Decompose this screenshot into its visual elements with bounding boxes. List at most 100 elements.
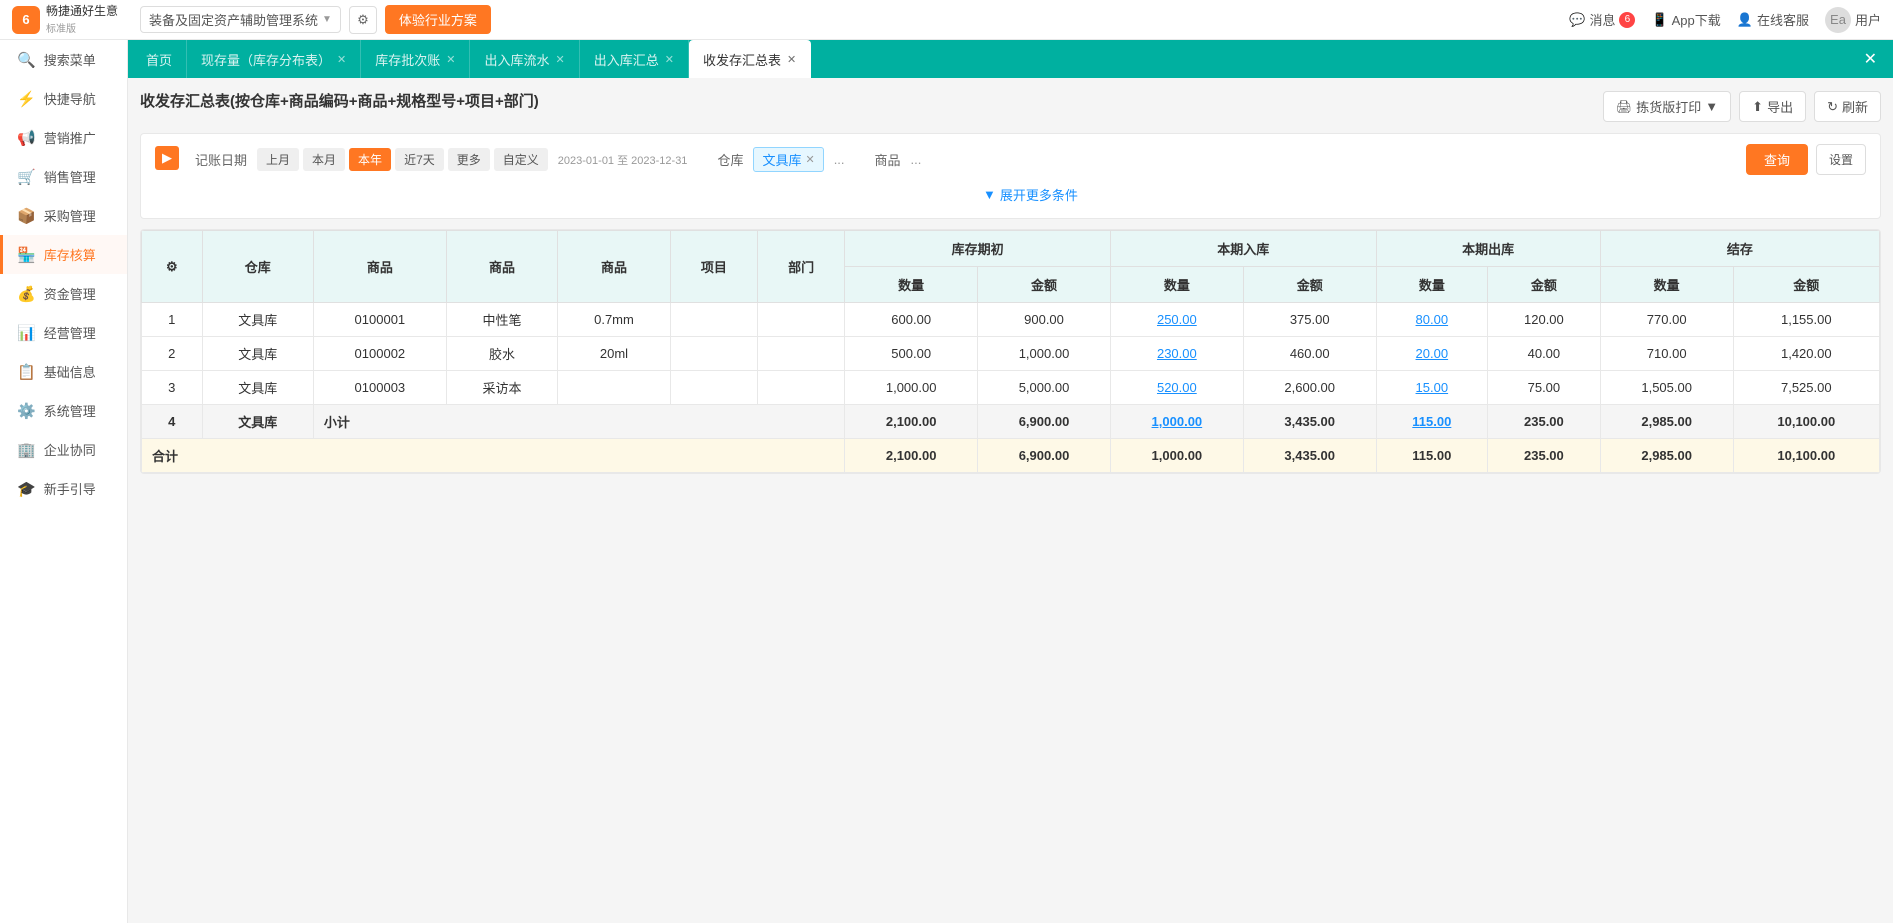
subtotal-out-qty[interactable]: 115.00 [1376, 405, 1487, 439]
cell-name: 采访本 [446, 371, 557, 405]
sidebar-item-operations[interactable]: 📊 经营管理 [0, 313, 127, 352]
cell-out-qty[interactable]: 20.00 [1376, 337, 1487, 371]
purchase-icon: 📦 [17, 207, 36, 225]
sidebar-item-search[interactable]: 🔍 搜索菜单 [0, 40, 127, 79]
date-label: 记账日期 [195, 150, 247, 169]
operations-icon: 📊 [17, 324, 36, 342]
refresh-button[interactable]: ↻ 刷新 [1814, 91, 1881, 122]
subtotal-out-amt: 235.00 [1488, 405, 1601, 439]
tab-close-icon[interactable]: ✕ [446, 53, 455, 66]
filter-collapse-button[interactable]: ▶ [155, 146, 179, 170]
total-bal-qty: 2,985.00 [1600, 439, 1733, 473]
cell-out-qty[interactable]: 15.00 [1376, 371, 1487, 405]
cell-out-amt: 75.00 [1488, 371, 1601, 405]
cell-dept [758, 303, 845, 337]
goods-more-dots[interactable]: ... [911, 152, 922, 167]
subtotal-row: 4 文具库 小计 2,100.00 6,900.00 1,000.00 3,43… [142, 405, 1880, 439]
header-right: 💬 消息 6 📱 App下载 👤 在线客服 Ea 用户 [1569, 7, 1881, 33]
tab-close-icon[interactable]: ✕ [787, 53, 796, 66]
cell-bal-qty: 1,505.00 [1600, 371, 1733, 405]
sidebar-label: 销售管理 [44, 167, 96, 186]
subtotal-in-amt: 3,435.00 [1243, 405, 1376, 439]
tab-close-icon[interactable]: ✕ [665, 53, 674, 66]
filter-row-1: 记账日期 上月 本月 本年 近7天 更多 自定义 2023-01-01 至 20… [195, 144, 1866, 175]
cell-out-amt: 120.00 [1488, 303, 1601, 337]
sidebar-item-quick-nav[interactable]: ⚡ 快捷导航 [0, 79, 127, 118]
total-bal-amt: 10,100.00 [1733, 439, 1879, 473]
warehouse-remove-icon[interactable]: ✕ [805, 153, 814, 166]
th-bal-qty: 数量 [1600, 267, 1733, 303]
total-in-qty: 1,000.00 [1110, 439, 1243, 473]
printer-icon: 🖨 [1616, 99, 1633, 115]
total-out-amt: 235.00 [1488, 439, 1601, 473]
cell-in-qty[interactable]: 250.00 [1110, 303, 1243, 337]
page-title: 收发存汇总表(按仓库+商品编码+商品+规格型号+项目+部门) [140, 90, 539, 111]
system-selector[interactable]: 装备及固定资产辅助管理系统 ▼ [140, 6, 341, 33]
date-btn-this-year[interactable]: 本年 [349, 148, 391, 171]
cell-bal-qty: 770.00 [1600, 303, 1733, 337]
message-badge: 6 [1619, 12, 1635, 28]
tab-batch[interactable]: 库存批次账 ✕ [361, 40, 470, 78]
date-btn-last-month[interactable]: 上月 [257, 148, 299, 171]
total-opening-amt: 6,900.00 [978, 439, 1111, 473]
sidebar-item-base-info[interactable]: 📋 基础信息 [0, 352, 127, 391]
total-out-qty: 115.00 [1376, 439, 1487, 473]
sidebar-label: 库存核算 [44, 245, 96, 264]
date-btn-this-month[interactable]: 本月 [303, 148, 345, 171]
tab-bar-close-icon[interactable]: ✕ [1852, 49, 1889, 69]
sidebar-item-inventory[interactable]: 🏪 库存核算 [0, 235, 127, 274]
cell-name: 中性笔 [446, 303, 557, 337]
tab-summary[interactable]: 出入库汇总 ✕ [580, 40, 689, 78]
th-opening-qty: 数量 [845, 267, 978, 303]
cell-bal-amt: 1,420.00 [1733, 337, 1879, 371]
date-btn-more[interactable]: 更多 [448, 148, 490, 171]
cell-in-qty[interactable]: 230.00 [1110, 337, 1243, 371]
cell-project [670, 337, 757, 371]
corp-icon: 🏢 [17, 441, 36, 459]
trial-button[interactable]: 体验行业方案 [385, 5, 491, 34]
cell-spec: 20ml [558, 337, 671, 371]
settings-icon[interactable]: ⚙ [349, 6, 377, 34]
cell-opening-qty: 1,000.00 [845, 371, 978, 405]
sidebar-item-newbie[interactable]: 🎓 新手引导 [0, 469, 127, 508]
sidebar-item-sales[interactable]: 🛒 销售管理 [0, 157, 127, 196]
finance-icon: 💰 [17, 285, 36, 303]
tab-close-icon[interactable]: ✕ [556, 53, 565, 66]
subtotal-in-qty[interactable]: 1,000.00 [1110, 405, 1243, 439]
sidebar-item-corp[interactable]: 🏢 企业协同 [0, 430, 127, 469]
export-icon: ⬆ [1752, 99, 1763, 115]
page-content: 收发存汇总表(按仓库+商品编码+商品+规格型号+项目+部门) 🖨 拣货版打印 ▼… [128, 78, 1893, 923]
tab-flow[interactable]: 出入库流水 ✕ [470, 40, 579, 78]
date-btn-custom[interactable]: 自定义 [494, 148, 548, 171]
tab-close-icon[interactable]: ✕ [337, 53, 346, 66]
filter-settings-button[interactable]: 设置 [1816, 144, 1866, 175]
query-button[interactable]: 查询 [1746, 144, 1808, 175]
cell-in-qty[interactable]: 520.00 [1110, 371, 1243, 405]
cell-opening-amt: 5,000.00 [978, 371, 1111, 405]
app-download-button[interactable]: 📱 App下载 [1651, 10, 1720, 29]
sidebar-item-marketing[interactable]: 📢 营销推广 [0, 118, 127, 157]
sidebar-item-finance[interactable]: 💰 资金管理 [0, 274, 127, 313]
export-button[interactable]: ⬆ 导出 [1739, 91, 1806, 122]
th-spec: 商品 [558, 231, 671, 303]
date-btn-7days[interactable]: 近7天 [395, 148, 444, 171]
cell-bal-qty: 710.00 [1600, 337, 1733, 371]
date-shortcuts: 上月 本月 本年 近7天 更多 自定义 [257, 148, 548, 171]
user-area[interactable]: Ea 用户 [1825, 7, 1881, 33]
tab-recv-send[interactable]: 收发存汇总表 ✕ [689, 40, 811, 78]
data-table: ⚙ 仓库 商品 商品 商品 项目 部门 库存期初 本期入库 本期出库 结存 [141, 230, 1880, 473]
th-out-qty: 数量 [1376, 267, 1487, 303]
cell-out-qty[interactable]: 80.00 [1376, 303, 1487, 337]
online-service-button[interactable]: 👤 在线客服 [1737, 10, 1809, 29]
th-project: 项目 [670, 231, 757, 303]
message-icon: 💬 [1569, 12, 1585, 28]
user-label: 用户 [1855, 10, 1881, 29]
tab-stock-dist[interactable]: 现存量（库存分布表） ✕ [187, 40, 361, 78]
warehouse-more-dots[interactable]: ... [834, 152, 845, 167]
sidebar-item-system[interactable]: ⚙️ 系统管理 [0, 391, 127, 430]
message-button[interactable]: 💬 消息 6 [1569, 10, 1635, 29]
print-button[interactable]: 🖨 拣货版打印 ▼ [1603, 91, 1731, 122]
sidebar-item-purchase[interactable]: 📦 采购管理 [0, 196, 127, 235]
expand-filter-button[interactable]: ▼ 展开更多条件 [195, 181, 1866, 208]
tab-home[interactable]: 首页 [132, 40, 187, 78]
